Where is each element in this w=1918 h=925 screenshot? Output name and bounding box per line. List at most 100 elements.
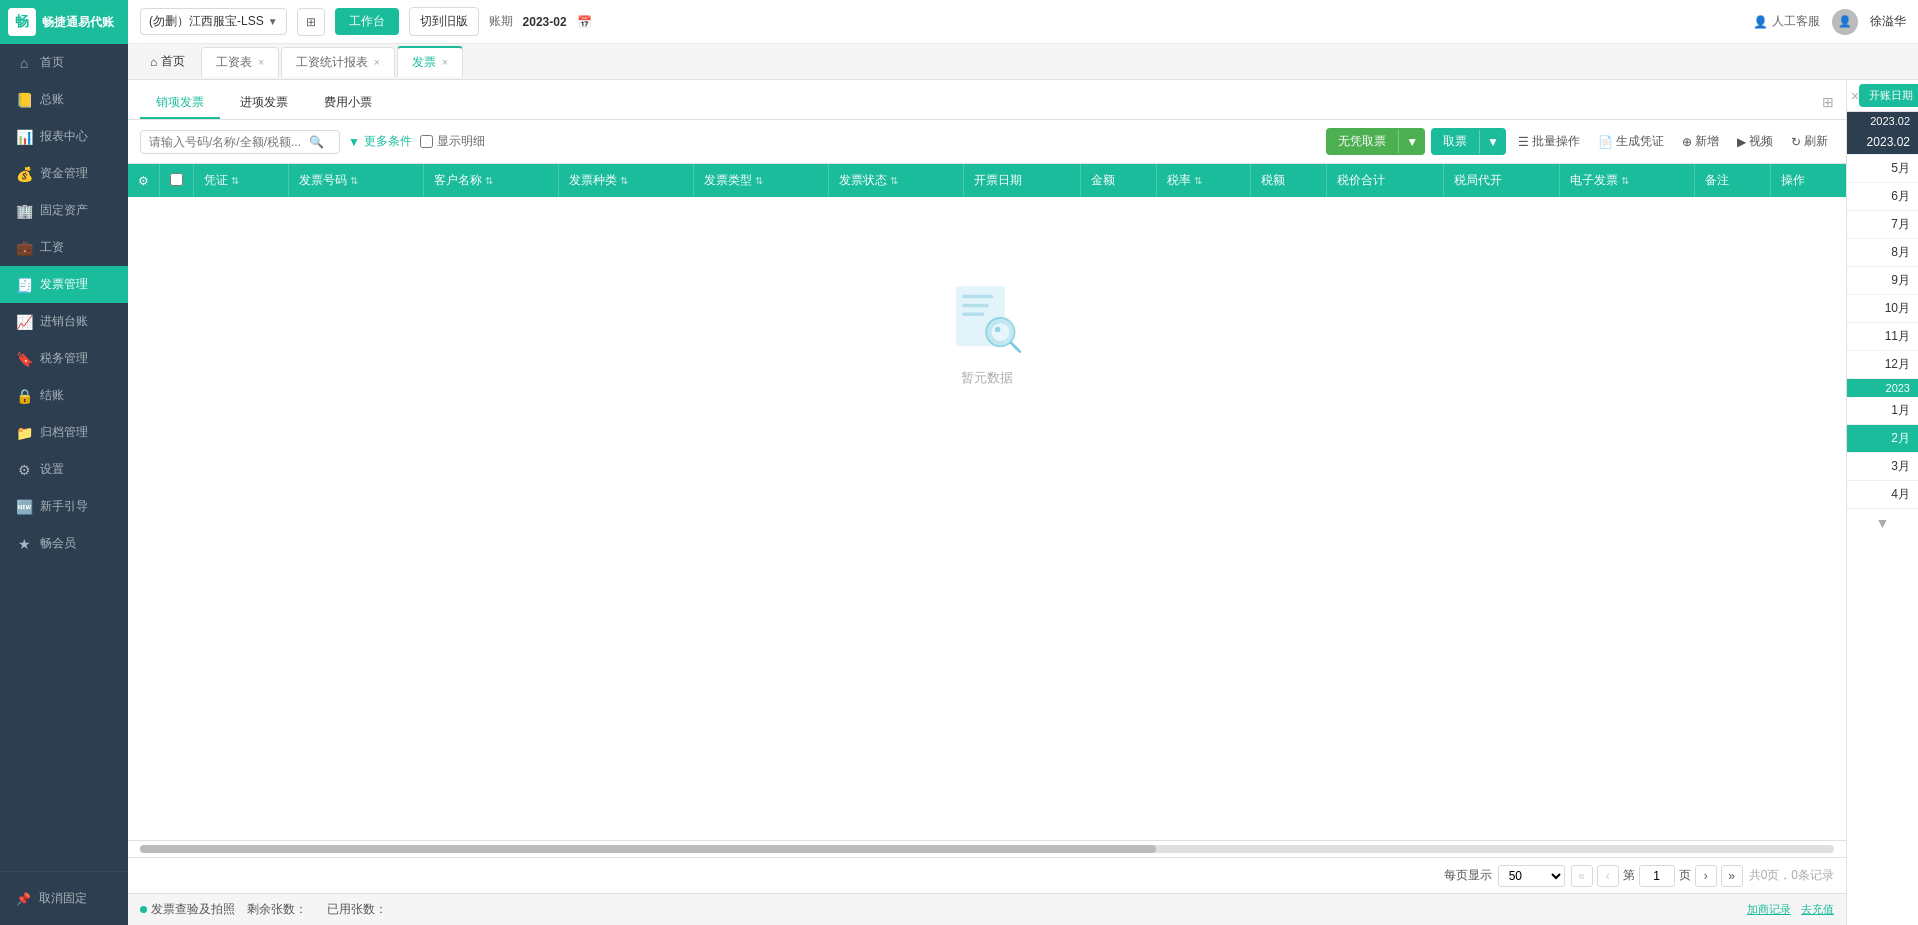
tab-home[interactable]: ⌂ 首页 [136,47,199,76]
tab-close-icon[interactable]: × [258,57,264,68]
sidebar-item-guide[interactable]: 🆕 新手引导 [0,488,128,525]
sort-icon[interactable]: ⇅ [620,175,628,186]
date-month-2[interactable]: 2月 [1847,425,1918,453]
sidebar-item-archive[interactable]: 📁 归档管理 [0,414,128,451]
date-month-11[interactable]: 11月 [1847,323,1918,351]
switch-version-button[interactable]: 切到旧版 [409,7,479,36]
filter-btn[interactable]: ▼ 更多条件 [348,133,412,150]
user-name[interactable]: 徐溢华 [1870,13,1906,30]
date-panel-close-icon[interactable]: × [1851,88,1859,104]
sidebar-item-cashflow[interactable]: 💰 资金管理 [0,155,128,192]
date-month-4[interactable]: 4月 [1847,481,1918,509]
subtab-label: 进项发票 [240,95,288,109]
page-input[interactable] [1639,865,1675,887]
date-year-2023: 2023 [1847,379,1918,397]
tab-invoice[interactable]: 发票 × [397,46,463,77]
period-value: 2023-02 [523,15,567,29]
sidebar-item-ledger[interactable]: 📒 总账 [0,81,128,118]
sidebar-item-label: 报表中心 [40,128,88,145]
refresh-icon: ↻ [1791,135,1801,149]
tab-salary-stat[interactable]: 工资统计报表 × [281,47,395,77]
page-size-select[interactable]: 50 100 200 [1498,865,1565,887]
tab-close-icon[interactable]: × [442,57,448,68]
scrollbar[interactable] [140,845,1834,853]
sidebar-item-member[interactable]: ★ 畅会员 [0,525,128,562]
sidebar-item-home[interactable]: ⌂ 首页 [0,44,128,81]
date-month-7[interactable]: 7月 [1847,211,1918,239]
period-label: 账期 [489,13,513,30]
sidebar-item-assets[interactable]: 🏢 固定资产 [0,192,128,229]
date-month-8[interactable]: 8月 [1847,239,1918,267]
col-checkbox[interactable] [160,164,194,197]
search-icon[interactable]: 🔍 [309,135,324,149]
sort-icon[interactable]: ⇅ [1194,175,1202,186]
scroll-down-icon[interactable]: ▼ [1876,515,1890,531]
sidebar-item-label: 新手引导 [40,498,88,515]
customer-service-btn[interactable]: 👤 人工客服 [1753,13,1820,30]
first-page-btn[interactable]: « [1571,865,1593,887]
workbench-button[interactable]: 工作台 [335,8,399,35]
sort-icon[interactable]: ⇅ [1621,175,1629,186]
tab-salary[interactable]: 工资表 × [201,47,279,77]
chevron-down-icon: ▼ [268,16,278,27]
tab-label: 发票 [412,54,436,71]
sidebar-item-tax[interactable]: 🔖 税务管理 [0,340,128,377]
sort-icon[interactable]: ⇅ [350,175,358,186]
show-detail-label[interactable]: 显示明细 [420,133,485,150]
sidebar-pin-btn[interactable]: 📌 取消固定 [16,882,112,915]
recharge-link[interactable]: 去充值 [1801,902,1834,917]
search-input[interactable] [149,135,309,149]
company-selector[interactable]: (勿删）江西服宝-LSS ▼ [140,8,287,35]
sidebar-item-closing[interactable]: 🔒 结账 [0,377,128,414]
date-month-10[interactable]: 10月 [1847,295,1918,323]
copy-icon-btn[interactable]: ⊞ [297,8,325,36]
sort-icon[interactable]: ⇅ [231,175,239,186]
grid-view-icon[interactable]: ⊞ [1822,94,1834,110]
date-month-9[interactable]: 9月 [1847,267,1918,295]
new-btn[interactable]: ⊕ 新增 [1676,129,1725,154]
date-month-12[interactable]: 12月 [1847,351,1918,379]
new-label: 新增 [1695,133,1719,150]
video-btn[interactable]: ▶ 视频 [1731,129,1779,154]
date-month-5[interactable]: 5月 [1847,155,1918,183]
tab-close-icon[interactable]: × [374,57,380,68]
topbar-right: 👤 人工客服 👤 徐溢华 [1753,9,1906,35]
no-voucher-dropdown-icon[interactable]: ▼ [1398,130,1425,154]
prev-page-btn[interactable]: ‹ [1597,865,1619,887]
gen-voucher-btn[interactable]: 📄 生成凭证 [1592,129,1670,154]
svg-rect-3 [962,313,984,317]
sort-icon[interactable]: ⇅ [890,175,898,186]
sort-icon[interactable]: ⇅ [485,175,493,186]
no-voucher-btn[interactable]: 无凭取票 ▼ [1326,128,1425,155]
subtab-purchase[interactable]: 进项发票 [224,88,304,119]
take-ticket-btn[interactable]: 取票 ▼ [1431,128,1506,155]
take-dropdown-icon[interactable]: ▼ [1479,130,1506,154]
subtab-sales[interactable]: 销项发票 [140,88,220,119]
date-month-6[interactable]: 6月 [1847,183,1918,211]
batch-op-btn[interactable]: ☰ 批量操作 [1512,129,1586,154]
show-detail-checkbox[interactable] [420,135,433,148]
select-all-checkbox[interactable] [170,173,183,186]
last-page-btn[interactable]: » [1721,865,1743,887]
sidebar-item-invoice[interactable]: 🧾 发票管理 [0,266,128,303]
calendar-icon[interactable]: 📅 [577,15,592,29]
copy-icon: ⊞ [306,15,316,29]
invoice-icon: 🧾 [16,277,32,293]
date-month-entry[interactable]: 2023.02 [1847,130,1918,155]
add-record-link[interactable]: 加商记录 [1747,902,1791,917]
svg-rect-2 [962,304,989,308]
sidebar-item-settings[interactable]: ⚙ 设置 [0,451,128,488]
open-date-btn[interactable]: 开账日期 [1859,84,1918,107]
sidebar-item-sales[interactable]: 📈 进销台账 [0,303,128,340]
sort-icon[interactable]: ⇅ [755,175,763,186]
report-icon: 📊 [16,129,32,145]
sidebar-item-reports[interactable]: 📊 报表中心 [0,118,128,155]
col-settings[interactable]: ⚙ [128,164,160,197]
refresh-btn[interactable]: ↻ 刷新 [1785,129,1834,154]
subtab-expense[interactable]: 费用小票 [308,88,388,119]
date-month-1[interactable]: 1月 [1847,397,1918,425]
date-month-3[interactable]: 3月 [1847,453,1918,481]
settings-icon: ⚙ [138,174,149,188]
sidebar-item-salary[interactable]: 💼 工资 [0,229,128,266]
next-page-btn[interactable]: › [1695,865,1717,887]
